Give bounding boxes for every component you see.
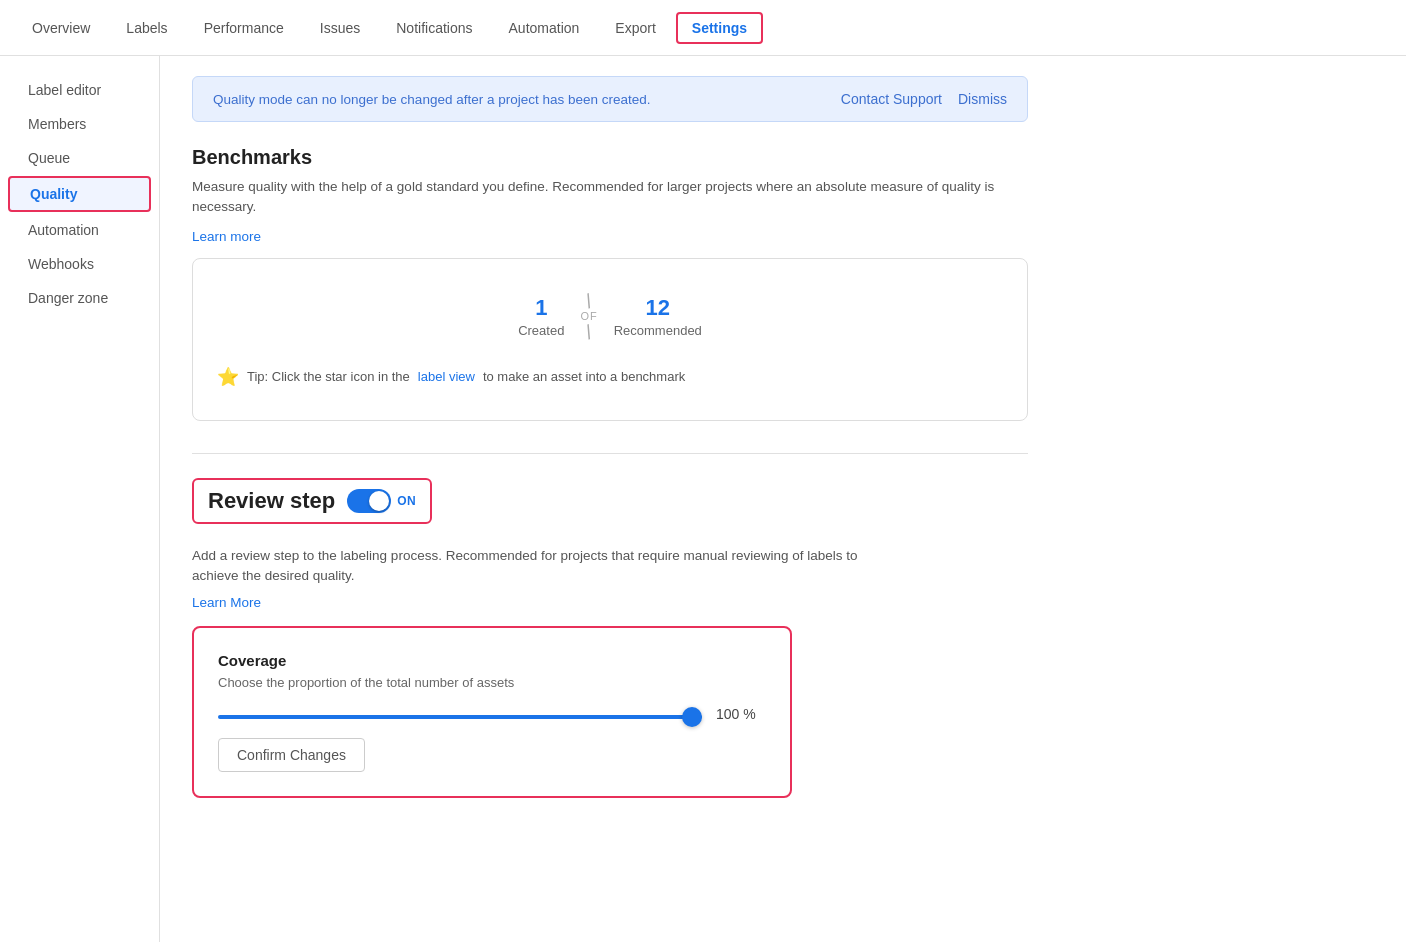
sidebar: Label editor Members Queue Quality Autom… — [0, 56, 160, 942]
nav-item-notifications[interactable]: Notifications — [380, 12, 488, 44]
benchmark-stats: 1 Created / OF / 12 Recommended — [217, 291, 1003, 342]
coverage-card: Coverage Choose the proportion of the to… — [192, 626, 792, 798]
review-step-learn-more-link[interactable]: Learn More — [192, 595, 261, 610]
banner-actions: Contact Support Dismiss — [841, 91, 1007, 107]
nav-item-export[interactable]: Export — [599, 12, 671, 44]
dismiss-link[interactable]: Dismiss — [958, 91, 1007, 107]
section-divider — [192, 453, 1028, 454]
confirm-changes-button[interactable]: Confirm Changes — [218, 738, 365, 772]
toggle-thumb — [369, 491, 389, 511]
created-count: 1 — [518, 295, 564, 321]
recommended-count: 12 — [614, 295, 702, 321]
recommended-label: Recommended — [614, 323, 702, 338]
nav-item-issues[interactable]: Issues — [304, 12, 376, 44]
created-stat: 1 Created — [518, 295, 564, 338]
coverage-slider[interactable] — [218, 715, 702, 719]
sidebar-item-label-editor[interactable]: Label editor — [8, 74, 151, 106]
coverage-description: Choose the proportion of the total numbe… — [218, 675, 766, 690]
tip-suffix: to make an asset into a benchmark — [483, 369, 685, 384]
recommended-stat: 12 Recommended — [614, 295, 702, 338]
main-content: Quality mode can no longer be changed af… — [160, 56, 1060, 942]
review-step-header: Review step ON — [192, 478, 432, 524]
sidebar-item-members[interactable]: Members — [8, 108, 151, 140]
review-step-title: Review step — [208, 488, 335, 514]
benchmarks-title: Benchmarks — [192, 146, 1028, 169]
nav-item-settings[interactable]: Settings — [676, 12, 763, 44]
benchmarks-description: Measure quality with the help of a gold … — [192, 177, 1028, 218]
coverage-title: Coverage — [218, 652, 766, 669]
review-step-description: Add a review step to the labeling proces… — [192, 546, 872, 587]
sidebar-item-webhooks[interactable]: Webhooks — [8, 248, 151, 280]
tip-row: ⭐ Tip: Click the star icon in the label … — [217, 366, 1003, 388]
nav-item-automation[interactable]: Automation — [493, 12, 596, 44]
nav-item-labels[interactable]: Labels — [110, 12, 183, 44]
benchmarks-card: 1 Created / OF / 12 Recommended ⭐ Tip: C… — [192, 258, 1028, 421]
review-step-toggle[interactable] — [347, 489, 391, 513]
info-banner: Quality mode can no longer be changed af… — [192, 76, 1028, 122]
tip-text: Tip: Click the star icon in the — [247, 369, 410, 384]
banner-text: Quality mode can no longer be changed af… — [213, 92, 651, 107]
contact-support-link[interactable]: Contact Support — [841, 91, 942, 107]
sidebar-item-quality[interactable]: Quality — [8, 176, 151, 212]
coverage-value: 100 % — [716, 706, 766, 722]
benchmarks-learn-more-link[interactable]: Learn more — [192, 229, 261, 244]
sidebar-item-automation[interactable]: Automation — [8, 214, 151, 246]
nav-item-performance[interactable]: Performance — [188, 12, 300, 44]
toggle-wrapper[interactable]: ON — [347, 489, 416, 513]
top-navigation: Overview Labels Performance Issues Notif… — [0, 0, 1406, 56]
label-view-link[interactable]: label view — [418, 369, 475, 384]
nav-item-overview[interactable]: Overview — [16, 12, 106, 44]
sidebar-item-queue[interactable]: Queue — [8, 142, 151, 174]
stat-divider: / OF / — [580, 291, 597, 342]
toggle-on-label: ON — [397, 494, 416, 508]
sidebar-item-danger-zone[interactable]: Danger zone — [8, 282, 151, 314]
slider-container — [218, 706, 702, 722]
created-label: Created — [518, 323, 564, 338]
star-icon: ⭐ — [217, 366, 239, 388]
slider-row: 100 % — [218, 706, 766, 722]
